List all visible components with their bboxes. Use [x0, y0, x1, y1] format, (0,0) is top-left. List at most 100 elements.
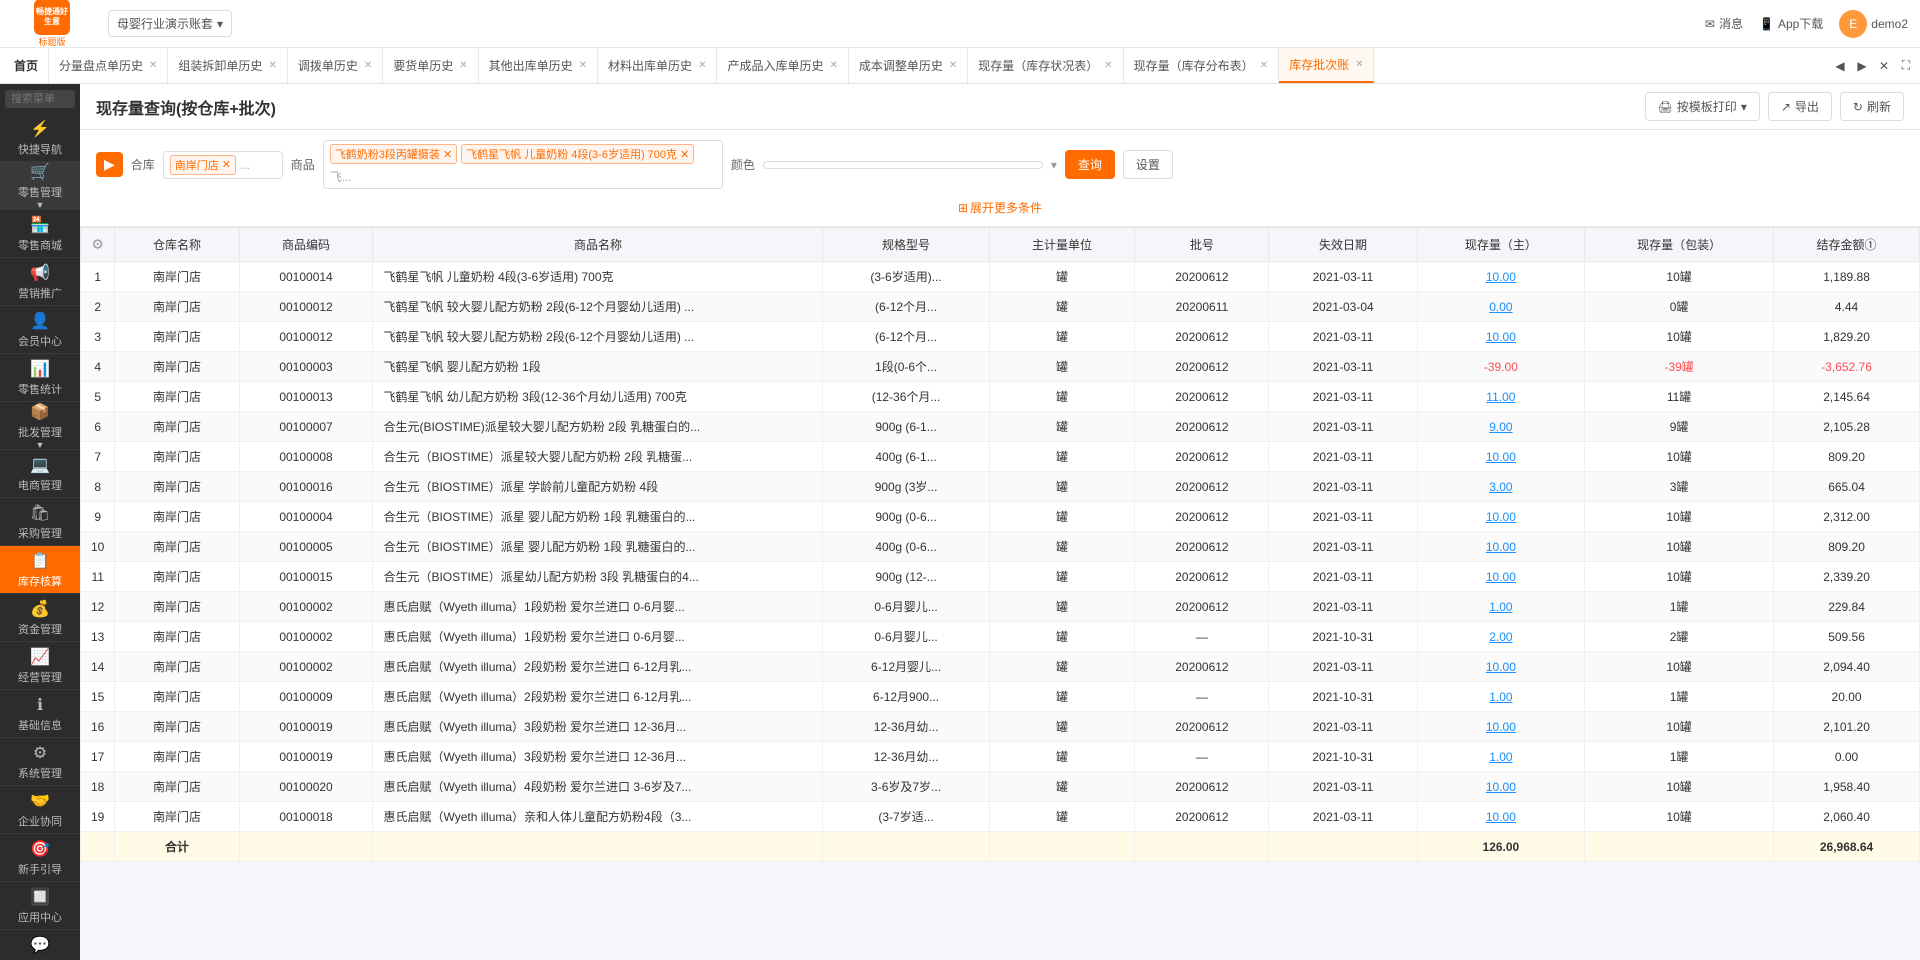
tab-6-close-icon[interactable]: ✕ — [698, 60, 706, 71]
table-cell[interactable]: 10.00 — [1417, 712, 1584, 742]
tab-1[interactable]: 分量盘点单历史 ✕ — [49, 48, 168, 83]
sidebar-item-ecommerce[interactable]: 💻 电商管理 — [0, 450, 80, 498]
table-cell[interactable]: 10.00 — [1417, 502, 1584, 532]
table-cell: 400g (6-1... — [823, 442, 989, 472]
warehouse-tag-1[interactable]: 南岸门店 ✕ — [170, 155, 236, 175]
product-tag-1-remove[interactable]: ✕ — [443, 148, 452, 161]
table-cell: 飞鹤星飞帆 较大婴儿配方奶粉 2段(6-12个月婴幼儿适用) ... — [373, 322, 823, 352]
warehouse-tag-1-remove[interactable]: ✕ — [222, 158, 231, 171]
table-cell: 南岸门店 — [115, 772, 239, 802]
tab-home[interactable]: 首页 — [4, 48, 49, 83]
table-cell[interactable]: 1.00 — [1417, 682, 1584, 712]
tab-7-close-icon[interactable]: ✕ — [829, 60, 837, 71]
tab-next-button[interactable]: ▶ — [1852, 56, 1872, 76]
system-icon: ⚙ — [33, 743, 47, 763]
table-cell[interactable]: 10.00 — [1417, 322, 1584, 352]
tab-2-close-icon[interactable]: ✕ — [268, 60, 276, 71]
sidebar-item-marketing[interactable]: 📢 营销推广 — [0, 258, 80, 306]
sidebar-item-finance[interactable]: 💰 资金管理 — [0, 594, 80, 642]
sidebar-item-purchase[interactable]: 🛍 采购管理 — [0, 498, 80, 546]
sidebar-item-retail-mall[interactable]: 🏪 零售商城 — [0, 210, 80, 258]
color-filter-chevron[interactable]: ▾ — [1051, 158, 1057, 172]
tab-5-close-icon[interactable]: ✕ — [579, 60, 587, 71]
tab-9-label: 现存量（库存状况表） — [978, 57, 1098, 74]
sidebar-item-quick-nav[interactable]: ⚡ 快捷导航 — [0, 114, 80, 162]
table-cell[interactable]: 10.00 — [1417, 532, 1584, 562]
table-cell[interactable]: 10.00 — [1417, 442, 1584, 472]
sidebar-item-retail-stats[interactable]: 📊 零售统计 — [0, 354, 80, 402]
table-cell[interactable]: 10.00 — [1417, 802, 1584, 832]
table-cell[interactable]: 10.00 — [1417, 262, 1584, 292]
table-cell[interactable]: 10.00 — [1417, 562, 1584, 592]
tab-close-button[interactable]: ✕ — [1874, 56, 1894, 76]
tab-7[interactable]: 产成品入库单历史 ✕ — [717, 48, 848, 83]
sidebar-item-member[interactable]: 👤 会员中心 — [0, 306, 80, 354]
table-cell[interactable]: 3.00 — [1417, 472, 1584, 502]
sidebar-item-retail-mgmt[interactable]: 🛒 零售管理 ▼ — [0, 162, 80, 210]
settings-col-icon[interactable]: ⚙ — [91, 236, 104, 252]
table-cell: 20200612 — [1135, 802, 1269, 832]
table-cell: 罐 — [989, 742, 1135, 772]
tab-8-close-icon[interactable]: ✕ — [949, 60, 957, 71]
tab-10-close-icon[interactable]: ✕ — [1260, 60, 1268, 71]
tab-10[interactable]: 现存量（库存分布表） ✕ — [1124, 48, 1279, 83]
sidebar-item-inventory[interactable]: 📋 库存核算 — [0, 546, 80, 594]
tab-prev-button[interactable]: ◀ — [1830, 56, 1850, 76]
print-button[interactable]: 🖨 按模板打印 ▾ — [1645, 92, 1760, 121]
tab-9[interactable]: 现存量（库存状况表） ✕ — [968, 48, 1123, 83]
color-filter-group[interactable] — [763, 161, 1043, 169]
sidebar-item-guide[interactable]: 🎯 新手引导 — [0, 834, 80, 882]
logo-sub: 标题版 — [38, 35, 65, 48]
product-more[interactable]: 飞... — [330, 168, 352, 185]
sidebar-item-wholesale[interactable]: 📦 批发管理 ▼ — [0, 402, 80, 450]
product-tag-2-remove[interactable]: ✕ — [680, 148, 689, 161]
tab-9-close-icon[interactable]: ✕ — [1104, 60, 1112, 71]
search-input[interactable] — [5, 90, 75, 108]
product-tag-1[interactable]: 飞鹤奶粉3段丙罐摄装 ✕ — [330, 144, 457, 164]
warehouse-tag-1-text: 南岸门店 — [175, 157, 219, 173]
col-settings[interactable]: ⚙ — [81, 228, 115, 262]
warehouse-more[interactable]: ... — [240, 158, 250, 172]
sidebar-item-business[interactable]: 📈 经营管理 — [0, 642, 80, 690]
tab-maximize-button[interactable]: ⛶ — [1896, 56, 1916, 76]
table-cell[interactable]: 11.00 — [1417, 382, 1584, 412]
table-cell[interactable]: 0.00 — [1417, 292, 1584, 322]
sidebar-item-app-center[interactable]: 🔲 应用中心 — [0, 882, 80, 930]
tab-2[interactable]: 组装拆卸单历史 ✕ — [168, 48, 287, 83]
table-cell[interactable]: 9.00 — [1417, 412, 1584, 442]
expand-more-btn[interactable]: ⊞ 展开更多条件 — [958, 199, 1042, 216]
industry-selector[interactable]: 母婴行业演示账套 ▾ — [108, 10, 232, 37]
tab-8[interactable]: 成本调整单历史 ✕ — [849, 48, 968, 83]
table-cell[interactable]: 1.00 — [1417, 592, 1584, 622]
product-tag-2[interactable]: 飞鹤星飞帆 儿童奶粉 4段(3-6岁适用) 700克 ✕ — [461, 144, 694, 164]
row-num-cell: 8 — [81, 472, 115, 502]
tab-1-close-icon[interactable]: ✕ — [149, 60, 157, 71]
table-cell[interactable]: 2.00 — [1417, 622, 1584, 652]
table-cell[interactable]: 10.00 — [1417, 772, 1584, 802]
product-filter-group[interactable]: 飞鹤奶粉3段丙罐摄装 ✕ 飞鹤星飞帆 儿童奶粉 4段(3-6岁适用) 700克 … — [323, 140, 723, 189]
table-cell[interactable]: 10.00 — [1417, 652, 1584, 682]
tab-5[interactable]: 其他出库单历史 ✕ — [479, 48, 598, 83]
sidebar-item-system[interactable]: ⚙ 系统管理 — [0, 738, 80, 786]
tab-11[interactable]: 库存批次账 ✕ — [1279, 48, 1374, 83]
refresh-button[interactable]: ↻ 刷新 — [1840, 92, 1904, 121]
app-download-button[interactable]: 📱 App下载 — [1759, 15, 1823, 32]
sidebar-item-wechat[interactable]: 💬 企业微信 — [0, 930, 80, 960]
settings-button[interactable]: 设置 — [1123, 150, 1173, 179]
tab-3[interactable]: 调拨单历史 ✕ — [288, 48, 383, 83]
tab-11-close-icon[interactable]: ✕ — [1355, 59, 1363, 70]
warehouse-filter-group[interactable]: 南岸门店 ✕ ... — [163, 151, 283, 179]
table-cell[interactable]: -39.00 — [1417, 352, 1584, 382]
filter-expand-arrow[interactable]: ▶ — [96, 152, 123, 177]
tab-4-close-icon[interactable]: ✕ — [459, 60, 467, 71]
tab-4[interactable]: 要货单历史 ✕ — [383, 48, 478, 83]
table-cell[interactable]: 1.00 — [1417, 742, 1584, 772]
query-button[interactable]: 查询 — [1065, 150, 1115, 179]
sidebar-item-basic-info[interactable]: ℹ 基础信息 — [0, 690, 80, 738]
message-button[interactable]: ✉ 消息 — [1705, 15, 1743, 32]
export-button[interactable]: ↗ 导出 — [1768, 92, 1832, 121]
tab-3-close-icon[interactable]: ✕ — [364, 60, 372, 71]
tab-6[interactable]: 材料出库单历史 ✕ — [598, 48, 717, 83]
user-area[interactable]: E demo2 — [1839, 10, 1908, 38]
sidebar-item-collab[interactable]: 🤝 企业协同 — [0, 786, 80, 834]
